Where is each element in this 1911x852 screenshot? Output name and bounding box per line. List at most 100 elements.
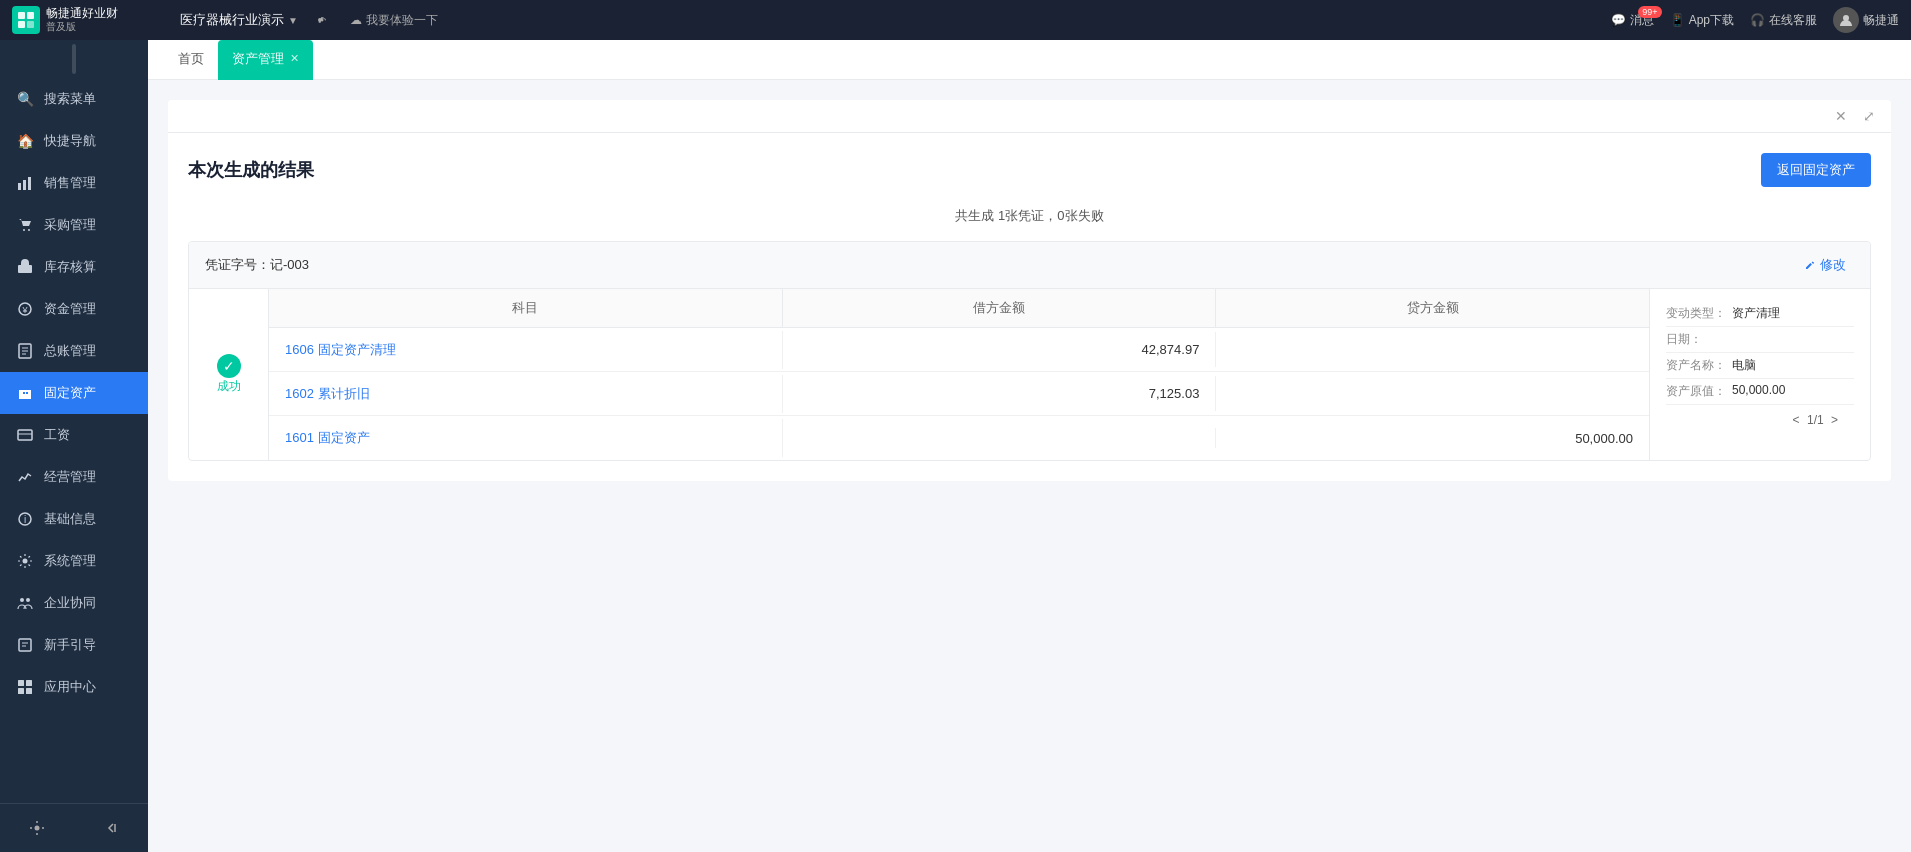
row2-credit [1216, 384, 1649, 404]
svg-rect-2 [18, 21, 25, 28]
sidebar-item-fixed-assets[interactable]: 固定资产 [0, 372, 148, 414]
building-icon [16, 384, 34, 402]
close-panel-button[interactable]: ✕ [1831, 106, 1851, 126]
table-row: 1606 固定资产清理 42,874.97 [269, 328, 1649, 372]
col-subject: 科目 [269, 289, 783, 327]
row1-subject: 1606 固定资产清理 [269, 331, 783, 369]
sidebar-item-label: 总账管理 [44, 342, 96, 360]
svg-point-8 [23, 229, 25, 231]
cloud-icon: ☁ [350, 13, 362, 27]
row3-subject-link[interactable]: 1601 固定资产 [285, 430, 370, 445]
company-selector[interactable]: 医疗器械行业演示 ▼ [180, 11, 298, 29]
capital-icon: ¥ [16, 300, 34, 318]
result-summary: 共生成 1张凭证，0张失败 [188, 207, 1871, 225]
success-icon: ✓ [217, 354, 241, 378]
experience-button[interactable]: ☁ 我要体验一下 [342, 8, 446, 33]
sidebar-item-sales[interactable]: 销售管理 [0, 162, 148, 204]
info-change-type: 变动类型： 资产清理 [1666, 301, 1854, 327]
download-icon: 📱 [1670, 13, 1685, 27]
row1-subject-link[interactable]: 1606 固定资产清理 [285, 342, 396, 357]
sidebar-item-label: 销售管理 [44, 174, 96, 192]
sidebar-item-search[interactable]: 🔍 搜索菜单 [0, 78, 148, 120]
sidebar-item-purchase[interactable]: 采购管理 [0, 204, 148, 246]
sidebar-item-label: 固定资产 [44, 384, 96, 402]
info-original-value: 资产原值： 50,000.00 [1666, 379, 1854, 405]
sidebar-collapse-button[interactable] [95, 812, 127, 844]
online-service-button[interactable]: 🎧 在线客服 [1750, 12, 1817, 29]
page-title: 本次生成的结果 [188, 158, 314, 182]
sidebar-item-system[interactable]: 系统管理 [0, 540, 148, 582]
chevron-down-icon: ▼ [288, 15, 298, 26]
row3-debit [783, 428, 1217, 448]
sidebar-item-shortcut[interactable]: 🏠 快捷导航 [0, 120, 148, 162]
logo-icon [12, 6, 40, 34]
sidebar-settings-button[interactable] [21, 812, 53, 844]
voucher-number: 凭证字号：记-003 [205, 256, 309, 274]
enterprise-icon [16, 594, 34, 612]
svg-rect-19 [26, 392, 28, 394]
svg-text:¥: ¥ [21, 305, 28, 315]
sidebar-item-operations[interactable]: 经营管理 [0, 456, 148, 498]
sidebar-item-app-center[interactable]: 应用中心 [0, 666, 148, 708]
sidebar-item-label: 企业协同 [44, 594, 96, 612]
right-info-panel: 变动类型： 资产清理 日期： 资产名称： 电脑 [1650, 289, 1870, 460]
svg-rect-10 [18, 265, 32, 273]
svg-rect-33 [26, 688, 32, 694]
message-button[interactable]: 💬 消息 99+ [1611, 12, 1654, 29]
tab-close-icon[interactable]: ✕ [290, 53, 299, 64]
sidebar-item-label: 系统管理 [44, 552, 96, 570]
asset-name-value: 电脑 [1732, 357, 1756, 374]
settings-icon[interactable] [306, 6, 334, 34]
tab-home[interactable]: 首页 [164, 40, 218, 80]
system-icon [16, 552, 34, 570]
sidebar: 🔍 搜索菜单 🏠 快捷导航 销售管理 采购管理 库存核算 [0, 40, 148, 852]
sidebar-item-label: 应用中心 [44, 678, 96, 696]
original-value-value: 50,000.00 [1732, 383, 1785, 400]
row1-credit [1216, 340, 1649, 360]
next-page-button[interactable]: > [1831, 413, 1838, 427]
svg-rect-6 [23, 180, 26, 190]
ledger-icon [16, 342, 34, 360]
page-wrapper: ✕ ⤢ 本次生成的结果 返回固定资产 共生成 1张凭证，0张失败 [168, 100, 1891, 481]
page-info: 1/1 [1807, 413, 1824, 427]
row2-subject: 1602 累计折旧 [269, 375, 783, 413]
prev-page-button[interactable]: < [1793, 413, 1800, 427]
change-type-value: 资产清理 [1732, 305, 1780, 322]
page-content: ✕ ⤢ 本次生成的结果 返回固定资产 共生成 1张凭证，0张失败 [148, 80, 1911, 852]
svg-text:i: i [24, 514, 26, 525]
sidebar-item-label: 采购管理 [44, 216, 96, 234]
tab-asset-mgmt[interactable]: 资产管理 ✕ [218, 40, 313, 80]
sidebar-item-ledger[interactable]: 总账管理 [0, 330, 148, 372]
tab-bar: 首页 资产管理 ✕ [148, 40, 1911, 80]
sidebar-item-enterprise[interactable]: 企业协同 [0, 582, 148, 624]
row2-subject-link[interactable]: 1602 累计折旧 [285, 386, 370, 401]
svg-rect-27 [19, 639, 31, 651]
return-button[interactable]: 返回固定资产 [1761, 153, 1871, 187]
experience-label: 我要体验一下 [366, 12, 438, 29]
user-menu[interactable]: 畅捷通 [1833, 7, 1899, 33]
purchase-icon [16, 216, 34, 234]
message-badge: 99+ [1638, 6, 1661, 18]
edit-button[interactable]: 修改 [1796, 252, 1854, 278]
search-icon: 🔍 [16, 90, 34, 108]
inventory-icon [16, 258, 34, 276]
svg-rect-3 [27, 21, 34, 28]
sidebar-item-salary[interactable]: 工资 [0, 414, 148, 456]
sidebar-item-capital[interactable]: ¥ 资金管理 [0, 288, 148, 330]
sidebar-item-inventory[interactable]: 库存核算 [0, 246, 148, 288]
sidebar-item-basic-info[interactable]: i 基础信息 [0, 498, 148, 540]
sales-icon [16, 174, 34, 192]
page-title-row: 本次生成的结果 返回固定资产 [188, 153, 1871, 187]
app-download-button[interactable]: 📱 App下载 [1670, 12, 1734, 29]
tab-asset-mgmt-label: 资产管理 [232, 50, 284, 68]
expand-panel-button[interactable]: ⤢ [1859, 106, 1879, 126]
home-icon: 🏠 [16, 132, 34, 150]
sidebar-item-guide[interactable]: 新手引导 [0, 624, 148, 666]
tab-home-label: 首页 [178, 50, 204, 68]
logo-area: 畅捷通好业财 普及版 [12, 6, 160, 34]
asset-name-label: 资产名称： [1666, 357, 1726, 374]
logo-sub: 普及版 [46, 20, 118, 34]
sidebar-item-label: 搜索菜单 [44, 90, 96, 108]
col-debit: 借方金额 [783, 289, 1217, 327]
status-indicator: ✓ 成功 [189, 289, 269, 460]
